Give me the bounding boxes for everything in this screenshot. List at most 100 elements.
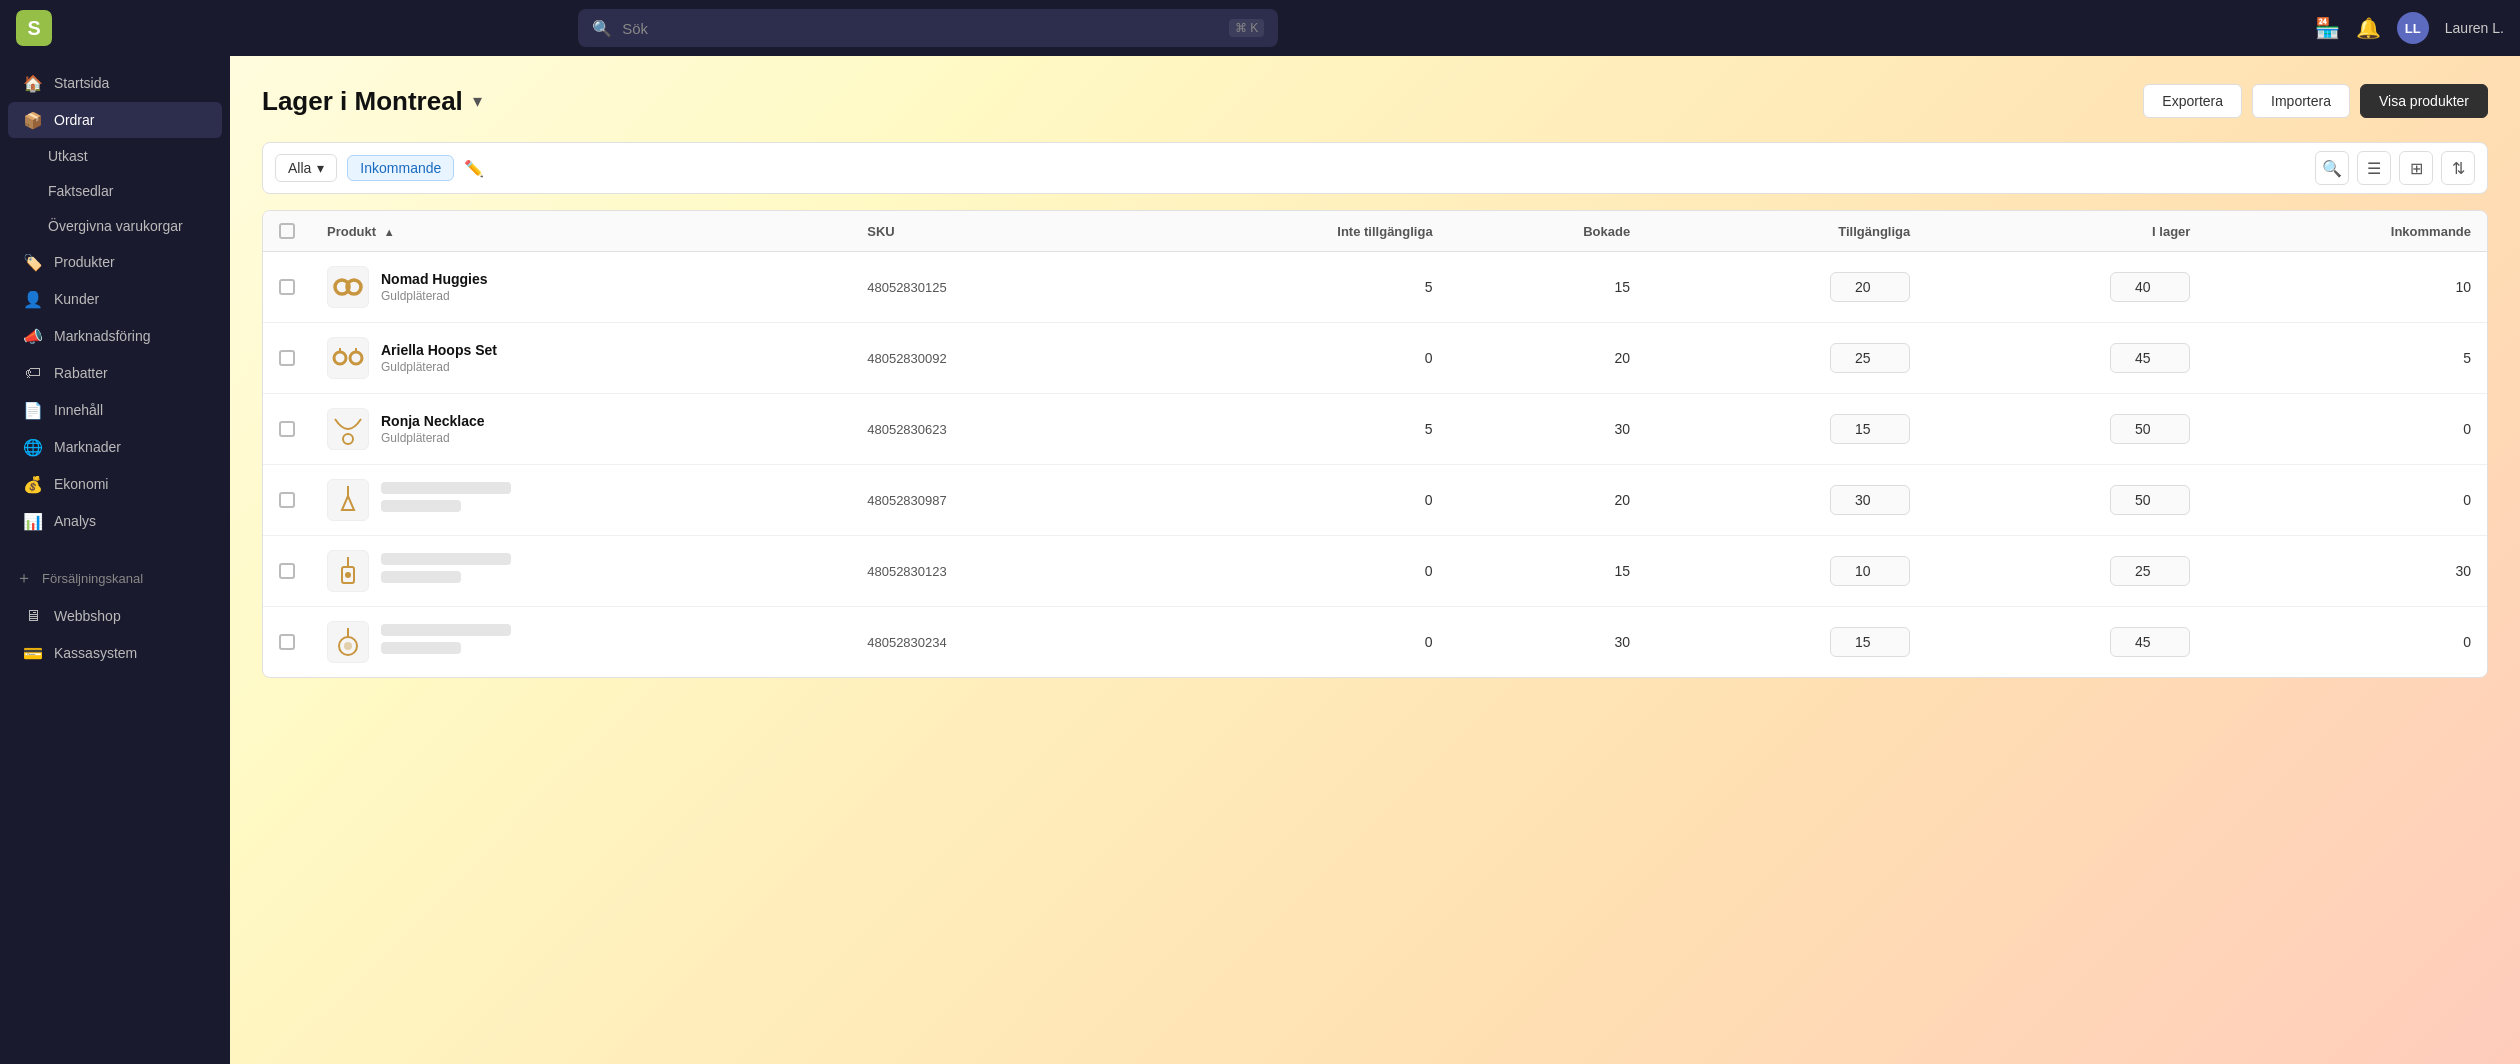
search-filter-button[interactable]: 🔍 [2315,151,2349,185]
search-icon: 🔍 [592,19,612,38]
sku-column-header: SKU [851,211,1130,252]
available-input[interactable] [1830,343,1910,373]
instock-input-cell[interactable] [1926,536,2206,607]
sidebar-item-faktsedlar[interactable]: Faktsedlar [8,174,222,208]
list-icon: ☰ [2367,159,2381,178]
booked-column-header: Bokade [1449,211,1647,252]
row-checkbox[interactable] [279,634,295,650]
edit-icon: ✏️ [464,159,484,178]
product-thumbnail [327,479,369,521]
orders-icon: 📦 [24,111,42,129]
view-products-button[interactable]: Visa produkter [2360,84,2488,118]
sidebar-item-marknader[interactable]: 🌐 Marknader [8,429,222,465]
sidebar-label-webbshop: Webbshop [54,608,121,624]
sidebar-footer-försäljningskanal[interactable]: ＋ Försäljningskanal [0,560,230,597]
header-actions: Exportera Importera Visa produkter [2143,84,2488,118]
incoming-cell: 0 [2206,607,2487,678]
instock-input[interactable] [2110,343,2190,373]
available-input-cell[interactable] [1646,323,1926,394]
instock-input-cell[interactable] [1926,465,2206,536]
unavailable-cell: 5 [1130,252,1448,323]
list-filter-button[interactable]: ☰ [2357,151,2391,185]
search-input[interactable] [622,20,1219,37]
grid-icon: ⊞ [2410,159,2423,178]
unavailable-cell: 0 [1130,536,1448,607]
instock-input-cell[interactable] [1926,252,2206,323]
svg-marker-10 [342,496,354,510]
sort-asc-icon[interactable]: ▲ [384,226,395,238]
sidebar-item-rabatter[interactable]: 🏷 Rabatter [8,355,222,391]
sidebar-item-startsida[interactable]: 🏠 Startsida [8,65,222,101]
search-bar[interactable]: 🔍 ⌘ K [578,9,1278,47]
sort-button[interactable]: ⇅ [2441,151,2475,185]
sidebar-item-overgivna[interactable]: Övergivna varukorgar [8,209,222,243]
filter-tag-label: Inkommande [360,160,441,176]
instock-input-cell[interactable] [1926,607,2206,678]
row-checkbox[interactable] [279,350,295,366]
row-checkbox[interactable] [279,279,295,295]
sidebar-item-innehåll[interactable]: 📄 Innehåll [8,392,222,428]
product-cell [311,465,851,536]
available-input-cell[interactable] [1646,252,1926,323]
instock-input[interactable] [2110,556,2190,586]
available-input-cell[interactable] [1646,465,1926,536]
filter-edit-button[interactable]: ✏️ [464,159,484,178]
sidebar-label-rabatter: Rabatter [54,365,108,381]
all-filter-label: Alla [288,160,311,176]
available-input[interactable] [1830,414,1910,444]
sidebar-item-utkast[interactable]: Utkast [8,139,222,173]
import-button[interactable]: Importera [2252,84,2350,118]
incoming-cell: 30 [2206,536,2487,607]
available-input-cell[interactable] [1646,394,1926,465]
instock-input[interactable] [2110,272,2190,302]
incoming-cell: 0 [2206,465,2487,536]
shopify-logo: S [16,10,52,46]
sidebar-label-ordrar: Ordrar [54,112,94,128]
instock-input-cell[interactable] [1926,394,2206,465]
available-input[interactable] [1830,485,1910,515]
select-all-checkbox[interactable] [279,223,295,239]
sidebar-item-ekonomi[interactable]: 💰 Ekonomi [8,466,222,502]
available-input[interactable] [1830,627,1910,657]
row-checkbox-cell [263,323,311,394]
instock-input-cell[interactable] [1926,323,2206,394]
product-thumbnail [327,621,369,663]
sidebar-item-produkter[interactable]: 🏷️ Produkter [8,244,222,280]
export-button[interactable]: Exportera [2143,84,2242,118]
available-input[interactable] [1830,556,1910,586]
available-input-cell[interactable] [1646,536,1926,607]
row-checkbox[interactable] [279,421,295,437]
products-icon: 🏷️ [24,253,42,271]
instock-input[interactable] [2110,414,2190,444]
product-thumbnail [327,408,369,450]
main-content: Lager i Montreal ▾ Exportera Importera V… [230,56,2520,1064]
sidebar-item-webbshop[interactable]: 🖥 Webbshop [8,598,222,634]
sidebar-label-produkter: Produkter [54,254,115,270]
sidebar-label-overgivna: Övergivna varukorgar [48,218,183,234]
page-title-group: Lager i Montreal ▾ [262,86,482,117]
available-input[interactable] [1830,272,1910,302]
title-dropdown-button[interactable]: ▾ [473,90,482,112]
sidebar-item-analys[interactable]: 📊 Analys [8,503,222,539]
row-checkbox-cell [263,607,311,678]
instock-input[interactable] [2110,485,2190,515]
avatar[interactable]: LL [2397,12,2429,44]
sidebar-item-kassasystem[interactable]: 💳 Kassasystem [8,635,222,671]
all-filter-dropdown[interactable]: Alla ▾ [275,154,337,182]
available-input-cell[interactable] [1646,607,1926,678]
sidebar-item-ordrar[interactable]: 📦 Ordrar [8,102,222,138]
table-row: 48052830987 0 20 0 [263,465,2487,536]
row-checkbox-cell [263,465,311,536]
instock-input[interactable] [2110,627,2190,657]
store-icon[interactable]: 🏪 [2315,16,2340,40]
chevron-down-icon: ▾ [317,160,324,176]
sidebar-item-kunder[interactable]: 👤 Kunder [8,281,222,317]
home-icon: 🏠 [24,74,42,92]
sidebar-item-marknadsföring[interactable]: 📣 Marknadsföring [8,318,222,354]
bell-icon[interactable]: 🔔 [2356,16,2381,40]
row-checkbox[interactable] [279,492,295,508]
row-checkbox[interactable] [279,563,295,579]
grid-filter-button[interactable]: ⊞ [2399,151,2433,185]
sku-cell: 48052830092 [851,323,1130,394]
row-checkbox-cell [263,252,311,323]
